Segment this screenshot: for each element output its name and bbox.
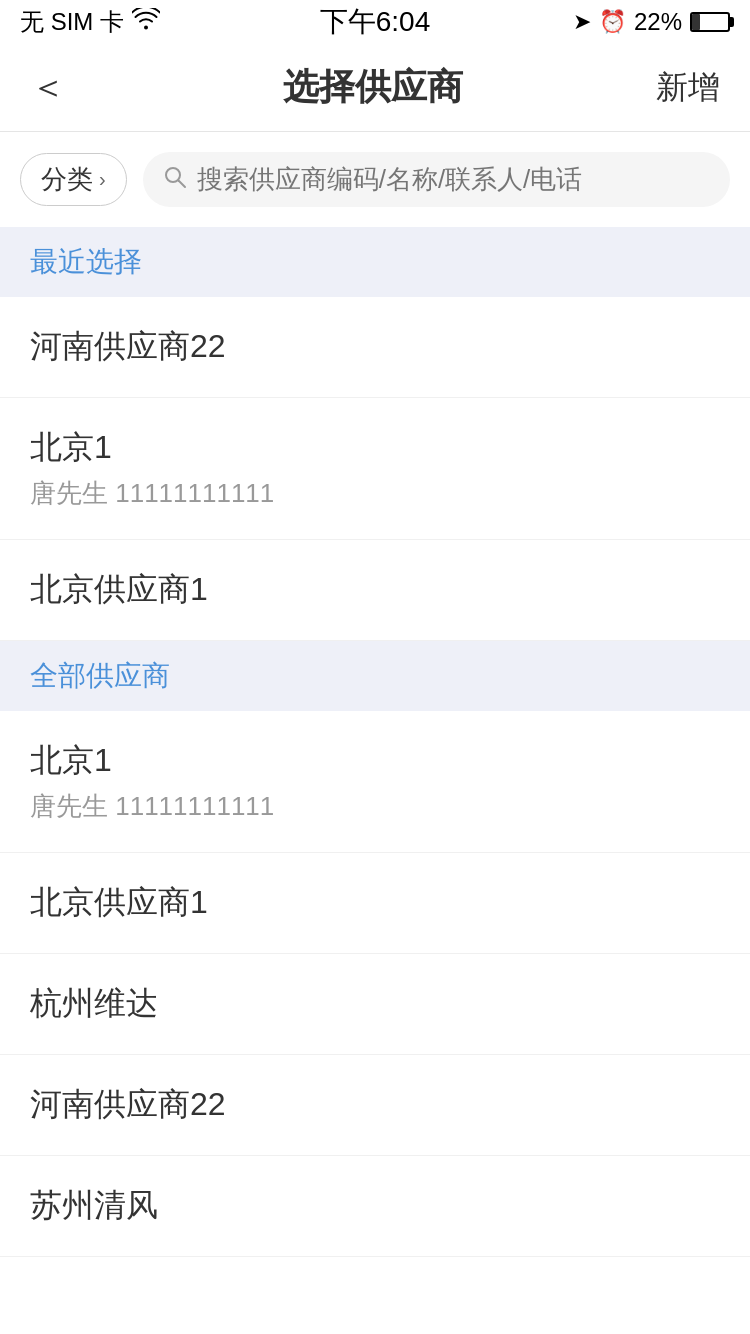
item-name: 北京1: [30, 426, 720, 470]
search-input[interactable]: [197, 164, 710, 195]
search-icon: [163, 165, 187, 195]
item-name: 杭州维达: [30, 982, 720, 1026]
list-item[interactable]: 北京供应商1: [0, 853, 750, 954]
add-button[interactable]: 新增: [656, 66, 720, 110]
status-time: 下午6:04: [320, 3, 431, 41]
status-left: 无 SIM 卡: [20, 6, 160, 38]
item-name: 北京1: [30, 739, 720, 783]
list-item[interactable]: 杭州维达: [0, 954, 750, 1055]
item-name: 北京供应商1: [30, 568, 720, 612]
search-box: [143, 152, 730, 207]
filter-bar: 分类 ›: [0, 132, 750, 227]
list-item[interactable]: 河南供应商22: [0, 1055, 750, 1156]
item-name: 苏州清风: [30, 1184, 720, 1228]
recent-section-header: 最近选择: [0, 227, 750, 297]
battery-label: 22%: [634, 8, 682, 36]
alarm-icon: ⏰: [599, 9, 626, 35]
recent-section-label: 最近选择: [30, 246, 142, 277]
back-button[interactable]: ＜: [30, 63, 90, 112]
item-name: 河南供应商22: [30, 325, 720, 369]
item-name: 河南供应商22: [30, 1083, 720, 1127]
status-right: ➤ ⏰ 22%: [573, 8, 730, 36]
list-item[interactable]: 苏州清风: [0, 1156, 750, 1257]
list-item[interactable]: 北京1 唐先生 11111111111: [0, 711, 750, 853]
status-bar: 无 SIM 卡 下午6:04 ➤ ⏰ 22%: [0, 0, 750, 44]
all-section-header: 全部供应商: [0, 641, 750, 711]
wifi-icon: [132, 8, 160, 36]
battery-icon: [690, 12, 730, 32]
recent-list: 河南供应商22 北京1 唐先生 11111111111 北京供应商1: [0, 297, 750, 641]
item-sub: 唐先生 11111111111: [30, 789, 720, 824]
list-item[interactable]: 北京1 唐先生 11111111111: [0, 398, 750, 540]
all-list: 北京1 唐先生 11111111111 北京供应商1 杭州维达河南供应商22 苏州清风: [0, 711, 750, 1257]
svg-line-1: [178, 180, 185, 187]
category-label: 分类: [41, 162, 93, 197]
item-sub: 唐先生 11111111111: [30, 476, 720, 511]
chevron-right-icon: ›: [99, 168, 106, 191]
nav-bar: ＜ 选择供应商 新增: [0, 44, 750, 132]
category-button[interactable]: 分类 ›: [20, 153, 127, 206]
location-icon: ➤: [573, 9, 591, 35]
item-name: 北京供应商1: [30, 881, 720, 925]
list-item[interactable]: 北京供应商1: [0, 540, 750, 641]
all-section-label: 全部供应商: [30, 660, 170, 691]
list-item[interactable]: 河南供应商22: [0, 297, 750, 398]
page-title: 选择供应商: [283, 63, 463, 112]
carrier-label: 无 SIM 卡: [20, 6, 124, 38]
